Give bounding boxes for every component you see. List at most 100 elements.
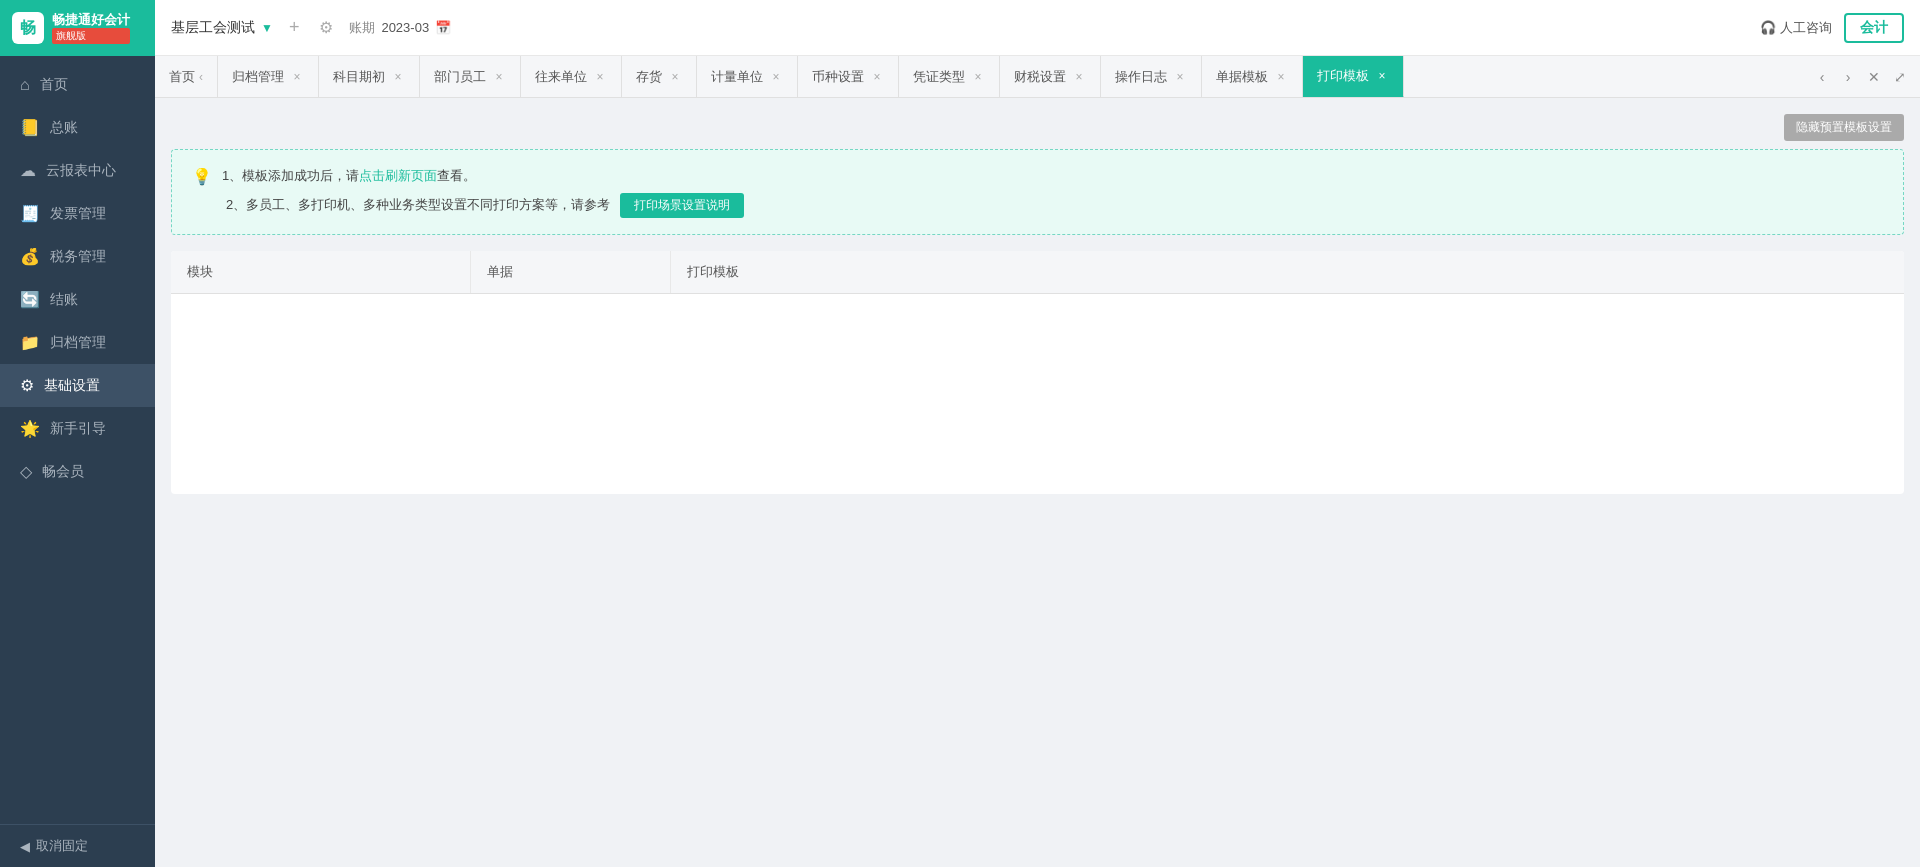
- tab-print[interactable]: 打印模板 ×: [1303, 56, 1404, 98]
- table-header: 模块 单据 打印模板: [171, 251, 1904, 294]
- support-btn[interactable]: 🎧 人工咨询: [1760, 19, 1832, 37]
- logo-icon: 畅: [12, 12, 44, 44]
- tab-oplog[interactable]: 操作日志 ×: [1101, 56, 1202, 98]
- info-text-2: 2、多员工、多打印机、多种业务类型设置不同打印方案等，请参考 打印场景设置说明: [226, 193, 744, 218]
- support-icon: 🎧: [1760, 20, 1776, 35]
- tab-currency[interactable]: 币种设置 ×: [798, 56, 899, 98]
- sidebar-item-archive[interactable]: 📁 归档管理: [0, 321, 155, 364]
- tab-subject-close[interactable]: ×: [391, 70, 405, 84]
- tab-prev-btn[interactable]: ‹: [1810, 65, 1834, 89]
- account-btn[interactable]: 会计: [1844, 13, 1904, 43]
- tabs-bar: 首页 ‹ 归档管理 × 科目期初 × 部门员工 × 往来单位 × 存货 × 计量…: [155, 56, 1920, 98]
- main-area: 基层工会测试 ▼ + ⚙ 账期 2023-03 📅 🎧 人工咨询 会计 首页 ‹…: [155, 0, 1920, 867]
- tab-archive-close[interactable]: ×: [290, 70, 304, 84]
- info-text-1: 1、模板添加成功后，请点击刷新页面查看。: [222, 166, 476, 187]
- tab-close-all-btn[interactable]: ✕: [1862, 65, 1886, 89]
- tab-inventory[interactable]: 存货 ×: [622, 56, 697, 98]
- tab-customer-label: 往来单位: [535, 68, 587, 86]
- sidebar-item-member[interactable]: ◇ 畅会员: [0, 450, 155, 493]
- sidebar-unpin[interactable]: ◀ 取消固定: [0, 824, 155, 867]
- unpin-label: 取消固定: [36, 837, 88, 855]
- period-label: 账期: [349, 19, 375, 37]
- invoice-icon: 🧾: [20, 204, 40, 223]
- company-selector[interactable]: 基层工会测试 ▼: [171, 19, 273, 37]
- tab-subject[interactable]: 科目期初 ×: [319, 56, 420, 98]
- logo-badge: 旗舰版: [52, 28, 130, 44]
- info-line1-after: 查看。: [437, 168, 476, 183]
- tab-taxsetting[interactable]: 财税设置 ×: [1000, 56, 1101, 98]
- info-row-2: 2、多员工、多打印机、多种业务类型设置不同打印方案等，请参考 打印场景设置说明: [192, 193, 1883, 218]
- tab-currency-label: 币种设置: [812, 68, 864, 86]
- tab-home[interactable]: 首页 ‹: [155, 56, 218, 98]
- member-icon: ◇: [20, 462, 32, 481]
- tab-voucher-close[interactable]: ×: [971, 70, 985, 84]
- tab-currency-close[interactable]: ×: [870, 70, 884, 84]
- tab-unit-close[interactable]: ×: [769, 70, 783, 84]
- report-icon: ☁: [20, 161, 36, 180]
- tab-print-close[interactable]: ×: [1375, 69, 1389, 83]
- sidebar-item-settle-label: 结账: [50, 291, 78, 309]
- table-body: [171, 294, 1904, 494]
- sidebar-item-invoice-label: 发票管理: [50, 205, 106, 223]
- sidebar-item-archive-label: 归档管理: [50, 334, 106, 352]
- sidebar-logo: 畅 畅捷通好会计 旗舰版: [0, 0, 155, 56]
- col-document: 单据: [471, 251, 671, 293]
- print-scene-btn[interactable]: 打印场景设置说明: [620, 193, 744, 218]
- tab-archive[interactable]: 归档管理 ×: [218, 56, 319, 98]
- sidebar-item-basic[interactable]: ⚙ 基础设置: [0, 364, 155, 407]
- tab-inventory-label: 存货: [636, 68, 662, 86]
- tab-home-prev-icon: ‹: [199, 70, 203, 84]
- topbar-right: 🎧 人工咨询 会计: [1760, 13, 1904, 43]
- info-refresh-link[interactable]: 点击刷新页面: [359, 168, 437, 183]
- tab-inventory-close[interactable]: ×: [668, 70, 682, 84]
- ledger-icon: 📒: [20, 118, 40, 137]
- period-selector: 账期 2023-03 📅: [349, 19, 451, 37]
- tab-voucher-label: 凭证类型: [913, 68, 965, 86]
- tab-unit[interactable]: 计量单位 ×: [697, 56, 798, 98]
- logo-title: 畅捷通好会计: [52, 12, 130, 29]
- sidebar-item-settle[interactable]: 🔄 结账: [0, 278, 155, 321]
- tab-customer-close[interactable]: ×: [593, 70, 607, 84]
- tab-template-close[interactable]: ×: [1274, 70, 1288, 84]
- tab-voucher[interactable]: 凭证类型 ×: [899, 56, 1000, 98]
- tab-oplog-close[interactable]: ×: [1173, 70, 1187, 84]
- company-settings-btn[interactable]: ⚙: [315, 18, 337, 37]
- topbar: 基层工会测试 ▼ + ⚙ 账期 2023-03 📅 🎧 人工咨询 会计: [155, 0, 1920, 56]
- content-header: 隐藏预置模板设置: [171, 114, 1904, 141]
- tab-department-close[interactable]: ×: [492, 70, 506, 84]
- sidebar-item-invoice[interactable]: 🧾 发票管理: [0, 192, 155, 235]
- sidebar-item-home[interactable]: ⌂ 首页: [0, 64, 155, 106]
- archive-icon: 📁: [20, 333, 40, 352]
- info-line1-before: 1、模板添加成功后，请: [222, 168, 359, 183]
- data-table: 模块 单据 打印模板: [171, 251, 1904, 494]
- sidebar-item-report[interactable]: ☁ 云报表中心: [0, 149, 155, 192]
- info-card: 💡 1、模板添加成功后，请点击刷新页面查看。 2、多员工、多打印机、多种业务类型…: [171, 149, 1904, 235]
- add-company-btn[interactable]: +: [285, 17, 304, 38]
- sidebar-item-ledger[interactable]: 📒 总账: [0, 106, 155, 149]
- tab-taxsetting-close[interactable]: ×: [1072, 70, 1086, 84]
- period-value: 2023-03: [381, 20, 429, 35]
- sidebar-item-ledger-label: 总账: [50, 119, 78, 137]
- sidebar-item-tax[interactable]: 💰 税务管理: [0, 235, 155, 278]
- calendar-icon[interactable]: 📅: [435, 20, 451, 35]
- home-icon: ⌂: [20, 76, 30, 94]
- basic-icon: ⚙: [20, 376, 34, 395]
- tab-next-btn[interactable]: ›: [1836, 65, 1860, 89]
- settle-icon: 🔄: [20, 290, 40, 309]
- tab-navigation: ‹ › ✕ ⤢: [1810, 65, 1920, 89]
- content-area: 隐藏预置模板设置 💡 1、模板添加成功后，请点击刷新页面查看。 2、多员工、多打…: [155, 98, 1920, 867]
- info-line2-before: 2、多员工、多打印机、多种业务类型设置不同打印方案等，请参考: [226, 197, 610, 212]
- tab-subject-label: 科目期初: [333, 68, 385, 86]
- tab-department[interactable]: 部门员工 ×: [420, 56, 521, 98]
- sidebar-item-guide[interactable]: 🌟 新手引导: [0, 407, 155, 450]
- support-label: 人工咨询: [1780, 19, 1832, 37]
- tab-department-label: 部门员工: [434, 68, 486, 86]
- hide-preview-btn[interactable]: 隐藏预置模板设置: [1784, 114, 1904, 141]
- tab-archive-label: 归档管理: [232, 68, 284, 86]
- tab-unit-label: 计量单位: [711, 68, 763, 86]
- sidebar: 畅 畅捷通好会计 旗舰版 ⌂ 首页 📒 总账 ☁ 云报表中心 🧾 发票管理 💰 …: [0, 0, 155, 867]
- sidebar-nav: ⌂ 首页 📒 总账 ☁ 云报表中心 🧾 发票管理 💰 税务管理 🔄 结账 📁 归…: [0, 56, 155, 824]
- tab-expand-btn[interactable]: ⤢: [1888, 65, 1912, 89]
- tab-customer[interactable]: 往来单位 ×: [521, 56, 622, 98]
- tab-template[interactable]: 单据模板 ×: [1202, 56, 1303, 98]
